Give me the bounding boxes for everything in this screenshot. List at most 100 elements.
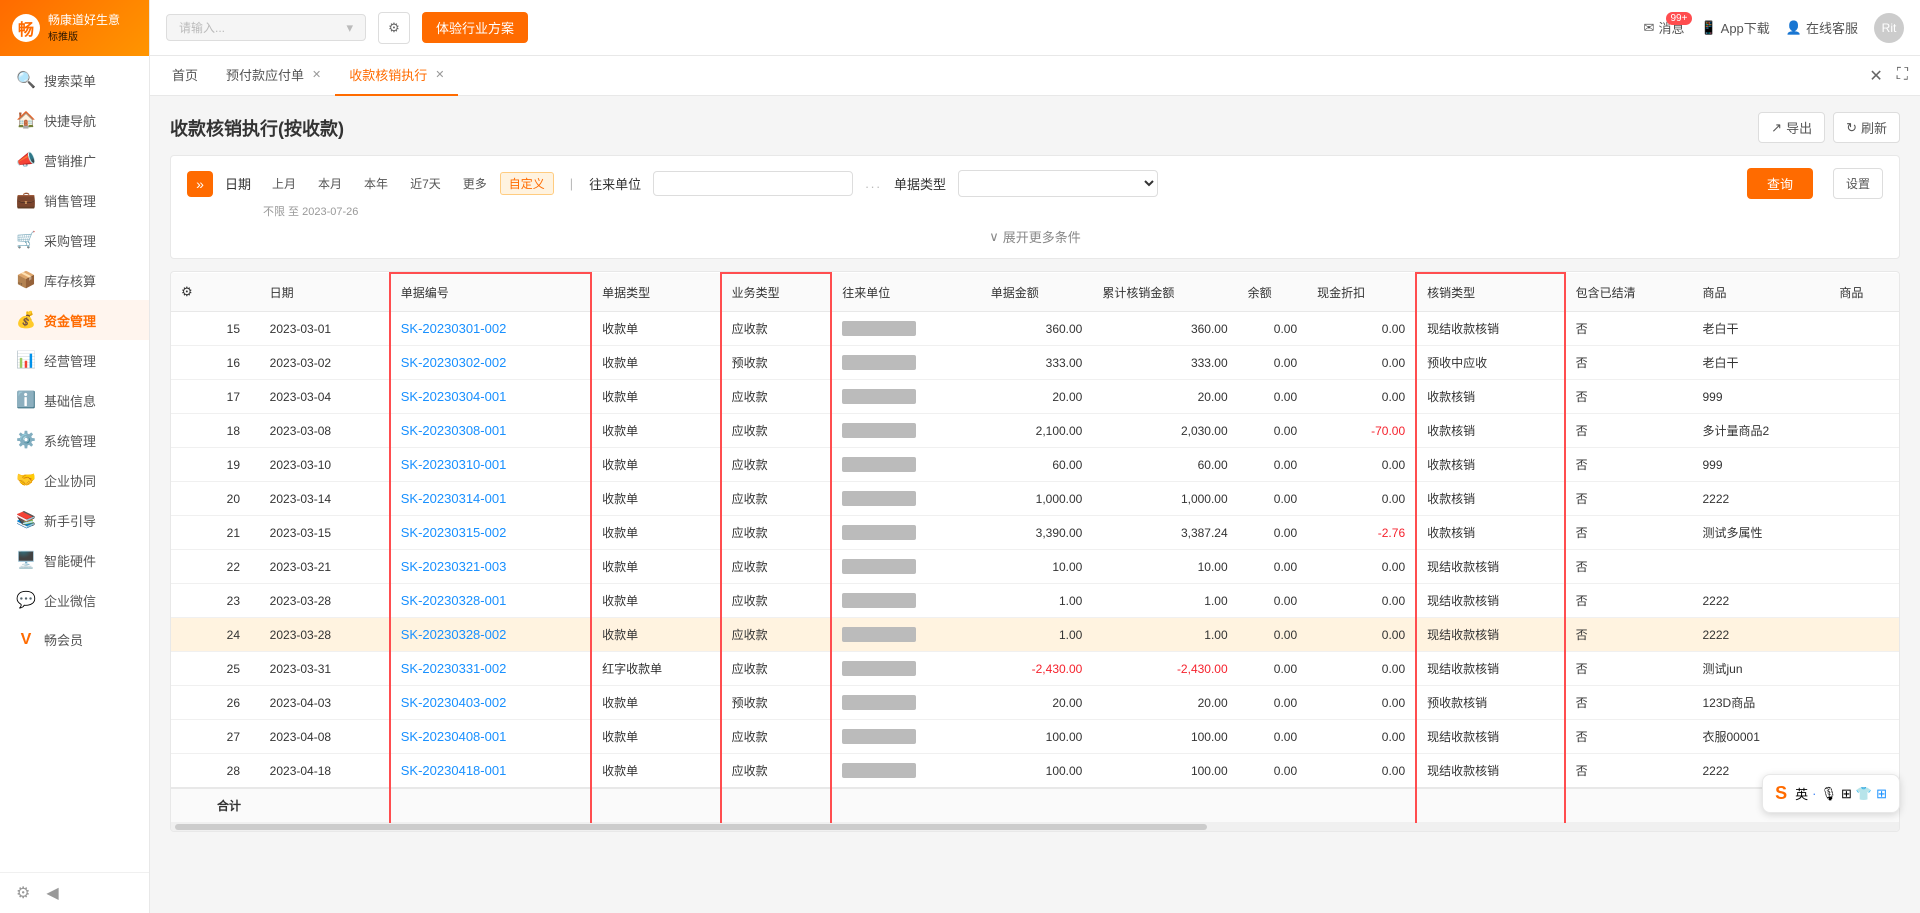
filter-dots[interactable]: ... [865,176,882,191]
cell-settings[interactable] [171,652,207,686]
cell-bill-no[interactable]: SK-20230301-002 [390,312,591,346]
th-amount[interactable]: 单据金额 [981,273,1093,312]
cell-bill-no[interactable]: SK-20230304-001 [390,380,591,414]
cell-bill-no[interactable]: SK-20230331-002 [390,652,591,686]
sidebar-item-sales[interactable]: 💼 销售管理 [0,180,149,220]
cell-settings[interactable] [171,618,207,652]
sidebar-settings-btn[interactable]: ⚙ [16,883,30,903]
bill-no-link[interactable]: SK-20230328-002 [401,627,507,642]
sidebar-item-finance[interactable]: 💰 资金管理 [0,300,149,340]
cell-bill-no[interactable]: SK-20230408-001 [390,720,591,754]
sidebar-item-member[interactable]: V 畅会员 [0,620,149,659]
cell-settings[interactable] [171,414,207,448]
cell-bill-no[interactable]: SK-20230328-002 [390,618,591,652]
sidebar-item-guide[interactable]: 📚 新手引导 [0,500,149,540]
bill-no-link[interactable]: SK-20230331-002 [401,661,507,676]
filter-7days[interactable]: 近7天 [401,172,450,195]
cell-settings[interactable] [171,550,207,584]
app-download-btn[interactable]: 📱 App下载 [1700,18,1769,37]
tab-home[interactable]: 首页 [158,56,212,96]
bill-no-link[interactable]: SK-20230310-001 [401,457,507,472]
cell-bill-no[interactable]: SK-20230321-003 [390,550,591,584]
tab-collection[interactable]: 收款核销执行 ✕ [335,56,458,96]
cell-settings[interactable] [171,380,207,414]
cell-bill-no[interactable]: SK-20230403-002 [390,686,591,720]
th-balance[interactable]: 余额 [1238,273,1308,312]
filter-settings-btn[interactable]: 设置 [1833,168,1883,199]
bill-no-link[interactable]: SK-20230321-003 [401,559,507,574]
bill-no-link[interactable]: SK-20230418-001 [401,763,507,778]
cell-settings[interactable] [171,482,207,516]
sidebar-item-corp[interactable]: 🤝 企业协同 [0,460,149,500]
sidebar-collapse-btn[interactable]: ◀ [46,883,58,903]
th-cancel-amount[interactable]: 累计核销金额 [1092,273,1237,312]
filter-toggle-btn[interactable]: » [187,171,213,197]
bill-no-link[interactable]: SK-20230328-001 [401,593,507,608]
filter-custom[interactable]: 自定义 [500,172,554,195]
cell-settings[interactable] [171,346,207,380]
solution-btn[interactable]: 体验行业方案 [422,12,528,43]
filter-query-btn[interactable]: 查询 [1747,168,1813,199]
bill-no-link[interactable]: SK-20230408-001 [401,729,507,744]
topbar-settings-btn[interactable]: ⚙ [378,12,410,44]
th-cancel-type[interactable]: 核销类型 [1416,273,1564,312]
sidebar-item-system[interactable]: ⚙️ 系统管理 [0,420,149,460]
filter-more[interactable]: 更多 [454,172,496,195]
online-service-btn[interactable]: 👤 在线客服 [1786,18,1858,37]
tab-collection-close[interactable]: ✕ [435,68,444,81]
bill-no-link[interactable]: SK-20230302-002 [401,355,507,370]
sidebar-item-basic[interactable]: ℹ️ 基础信息 [0,380,149,420]
cell-settings[interactable] [171,720,207,754]
table-scroll-bar[interactable] [171,823,1899,831]
tabs-close-btn[interactable]: ✕ [1865,62,1886,90]
th-include-settled[interactable]: 包含已结清 [1565,273,1693,312]
sidebar-item-wechat[interactable]: 💬 企业微信 [0,580,149,620]
th-settings[interactable]: ⚙ [171,273,207,312]
cell-settings[interactable] [171,312,207,346]
cell-bill-no[interactable]: SK-20230328-001 [390,584,591,618]
sidebar-item-search[interactable]: 🔍 搜索菜单 [0,60,149,100]
message-btn[interactable]: ✉ 消息 99+ [1644,18,1685,37]
filter-partner-input[interactable] [653,171,853,196]
th-cash-discount[interactable]: 现金折扣 [1307,273,1416,312]
bill-no-link[interactable]: SK-20230403-002 [401,695,507,710]
cell-settings[interactable] [171,448,207,482]
filter-last-month[interactable]: 上月 [263,172,305,195]
filter-bill-type-select[interactable] [958,170,1158,197]
filter-this-month[interactable]: 本月 [309,172,351,195]
cell-settings[interactable] [171,686,207,720]
bill-no-link[interactable]: SK-20230314-001 [401,491,507,506]
cell-bill-no[interactable]: SK-20230302-002 [390,346,591,380]
th-partner[interactable]: 往来单位 [831,273,981,312]
th-bill-type[interactable]: 单据类型 [591,273,721,312]
th-biz-type[interactable]: 业务类型 [721,273,832,312]
user-avatar[interactable]: Rit [1874,13,1904,43]
cell-settings[interactable] [171,584,207,618]
sidebar-item-operation[interactable]: 📊 经营管理 [0,340,149,380]
tab-prepay[interactable]: 预付款应付单 ✕ [212,56,335,96]
cell-settings[interactable] [171,516,207,550]
cell-bill-no[interactable]: SK-20230308-001 [390,414,591,448]
cell-bill-no[interactable]: SK-20230314-001 [390,482,591,516]
sidebar-item-quicknav[interactable]: 🏠 快捷导航 [0,100,149,140]
sidebar-item-inventory[interactable]: 📦 库存核算 [0,260,149,300]
export-btn[interactable]: ↗ 导出 [1758,112,1825,143]
th-date[interactable]: 日期 [260,273,390,312]
th-product[interactable]: 商品 [1693,273,1830,312]
refresh-btn[interactable]: ↻ 刷新 [1833,112,1900,143]
filter-expand-btn[interactable]: ∨ 展开更多条件 [187,227,1883,246]
bill-no-link[interactable]: SK-20230315-002 [401,525,507,540]
topbar-breadcrumb[interactable]: 请输入... ▾ [166,14,366,41]
bill-no-link[interactable]: SK-20230301-002 [401,321,507,336]
cell-bill-no[interactable]: SK-20230310-001 [390,448,591,482]
tab-prepay-close[interactable]: ✕ [312,68,321,81]
sidebar-item-marketing[interactable]: 📣 营销推广 [0,140,149,180]
cell-settings[interactable] [171,754,207,789]
cell-bill-no[interactable]: SK-20230418-001 [390,754,591,789]
cell-bill-no[interactable]: SK-20230315-002 [390,516,591,550]
sidebar-item-purchase[interactable]: 🛒 采购管理 [0,220,149,260]
sidebar-item-hardware[interactable]: 🖥️ 智能硬件 [0,540,149,580]
th-bill-no[interactable]: 单据编号 [390,273,591,312]
tabs-fullscreen-btn[interactable]: ⛶ [1893,62,1912,90]
th-product2[interactable]: 商品 [1829,273,1899,312]
